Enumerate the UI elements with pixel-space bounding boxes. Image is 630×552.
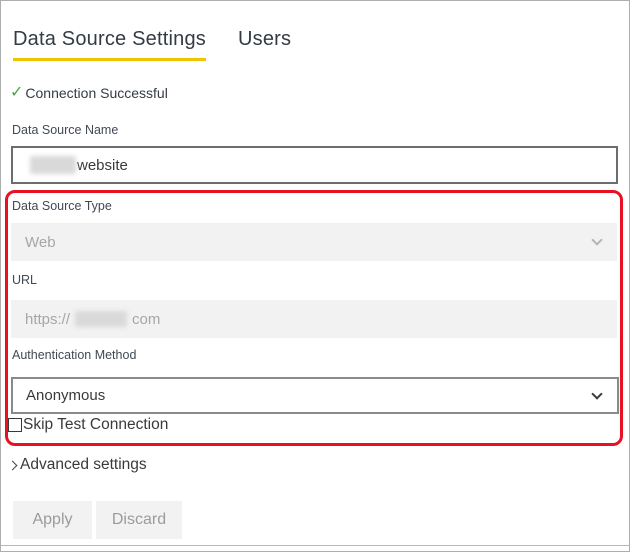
skip-test-connection-checkbox[interactable]	[8, 418, 22, 432]
data-source-type-value: Web	[25, 234, 56, 251]
data-source-type-select: Web	[11, 223, 617, 261]
connection-status: ✓ Connection Successful	[10, 85, 168, 101]
url-label: URL	[12, 273, 37, 287]
advanced-settings-label: Advanced settings	[20, 456, 147, 474]
check-icon: ✓	[10, 85, 23, 101]
authentication-method-label: Authentication Method	[12, 348, 136, 362]
advanced-settings-expander[interactable]: Advanced settings	[9, 456, 147, 474]
chevron-right-icon	[8, 460, 18, 470]
url-input: https:// com	[11, 300, 617, 338]
data-source-name-input[interactable]: website	[11, 146, 618, 184]
skip-test-connection-row[interactable]: Skip Test Connection	[8, 416, 168, 434]
data-source-type-label: Data Source Type	[12, 199, 112, 213]
redacted-text	[75, 311, 127, 327]
data-source-settings-dialog: Data Source Settings Users ✓ Connection …	[0, 0, 630, 552]
data-source-name-value: website	[77, 157, 128, 174]
url-suffix: com	[132, 311, 160, 328]
discard-button[interactable]: Discard	[96, 501, 182, 539]
chevron-down-icon	[591, 234, 602, 245]
connection-status-text: Connection Successful	[25, 85, 167, 101]
authentication-method-select[interactable]: Anonymous	[11, 377, 619, 414]
tab-users[interactable]: Users	[238, 28, 291, 51]
tab-data-source-settings[interactable]: Data Source Settings	[13, 28, 206, 51]
redacted-text	[30, 156, 76, 174]
skip-test-connection-label: Skip Test Connection	[23, 416, 168, 434]
url-prefix: https://	[25, 311, 70, 328]
data-source-name-label: Data Source Name	[12, 123, 118, 137]
active-tab-underline	[13, 58, 206, 61]
apply-button[interactable]: Apply	[13, 501, 92, 539]
dialog-bottom-divider	[1, 545, 629, 546]
chevron-down-icon	[591, 388, 602, 399]
authentication-method-value: Anonymous	[26, 387, 105, 404]
